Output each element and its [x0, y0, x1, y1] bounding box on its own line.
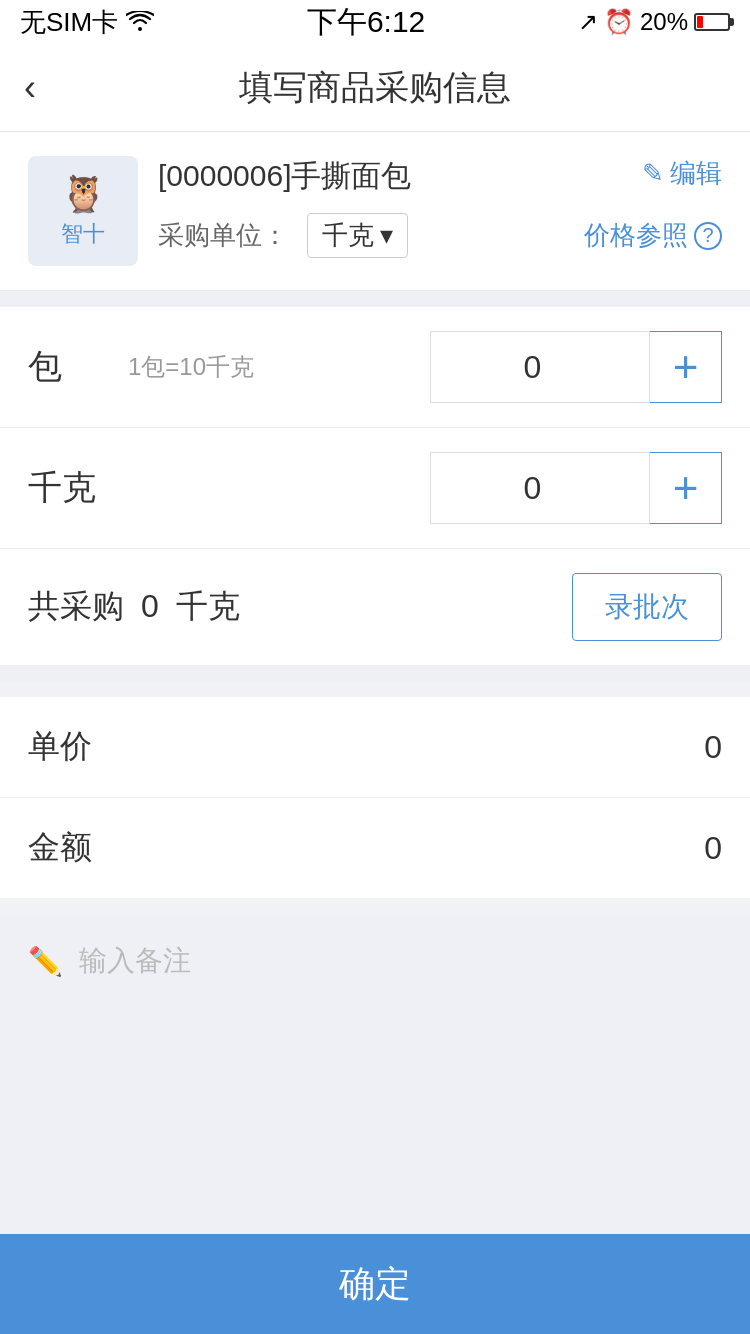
qty-row-kg: 千克 +	[0, 428, 750, 549]
notes-placeholder: 输入备注	[79, 942, 191, 980]
edit-button[interactable]: ✎ 编辑	[642, 156, 722, 191]
pencil-icon: ✏️	[28, 945, 63, 978]
edit-icon: ✎	[642, 158, 664, 189]
section-divider-1	[0, 291, 750, 307]
alarm-icon: ⏰	[604, 8, 634, 36]
product-card: 🦉 智十 [0000006]手撕面包 ✎ 编辑 采购单位： 千克 ▾ 价格参照 …	[0, 132, 750, 291]
qty-sublabel-bao: 1包=10千克	[128, 351, 254, 383]
batch-button[interactable]: 录批次	[572, 573, 722, 641]
total-value: 0	[141, 588, 159, 624]
section-divider-2	[0, 665, 750, 681]
wifi-icon	[126, 7, 154, 38]
battery-percent: 20%	[640, 8, 688, 36]
amount-label: 金额	[28, 826, 92, 870]
page-title: 填写商品采购信息	[239, 65, 511, 111]
status-time: 下午6:12	[307, 2, 425, 43]
qty-input-kg[interactable]	[430, 452, 650, 524]
back-button[interactable]: ‹	[24, 67, 36, 109]
unit-label: 采购单位：	[158, 220, 288, 250]
product-name: [0000006]手撕面包	[158, 156, 411, 197]
qty-label-kg: 千克	[28, 465, 108, 511]
status-right: ↗ ⏰ 20%	[578, 8, 730, 36]
price-label: 单价	[28, 725, 92, 769]
carrier-label: 无SIM卡	[20, 5, 118, 40]
unit-value: 千克	[322, 218, 374, 253]
total-unit: 千克	[176, 588, 240, 624]
qty-input-group-kg: +	[430, 452, 722, 524]
notes-section[interactable]: ✏️ 输入备注	[0, 914, 750, 1008]
product-info: [0000006]手撕面包 ✎ 编辑 采购单位： 千克 ▾ 价格参照 ?	[158, 156, 722, 258]
amount-value: 0	[704, 830, 722, 867]
product-logo-text: 智十	[61, 219, 105, 249]
total-label: 共采购	[28, 588, 124, 624]
battery-icon	[694, 13, 730, 31]
edit-label: 编辑	[670, 156, 722, 191]
amount-row: 金额 0	[0, 798, 750, 898]
product-unit-row: 采购单位： 千克 ▾ 价格参照 ?	[158, 213, 722, 258]
qty-input-group-bao: +	[430, 331, 722, 403]
status-bar: 无SIM卡 下午6:12 ↗ ⏰ 20%	[0, 0, 750, 44]
total-row: 共采购 0 千克 录批次	[0, 549, 750, 665]
total-text: 共采购 0 千克	[28, 585, 240, 629]
location-icon: ↗	[578, 8, 598, 36]
qty-label-bao: 包	[28, 344, 108, 390]
quantity-section: 包 1包=10千克 + 千克 +	[0, 307, 750, 549]
product-header: [0000006]手撕面包 ✎ 编辑	[158, 156, 722, 197]
qty-plus-bao[interactable]: +	[650, 331, 722, 403]
qty-input-bao[interactable]	[430, 331, 650, 403]
price-row: 单价 0	[0, 697, 750, 798]
qty-plus-kg[interactable]: +	[650, 452, 722, 524]
nav-bar: ‹ 填写商品采购信息	[0, 44, 750, 132]
qty-row-bao: 包 1包=10千克 +	[0, 307, 750, 428]
product-logo-icon: 🦉	[61, 173, 106, 215]
confirm-button[interactable]: 确定	[0, 1234, 750, 1334]
status-left: 无SIM卡	[20, 5, 154, 40]
price-amount-section: 单价 0 金额 0	[0, 697, 750, 898]
help-icon: ?	[694, 222, 722, 250]
price-value: 0	[704, 729, 722, 766]
chevron-down-icon: ▾	[380, 220, 393, 251]
unit-selector[interactable]: 采购单位： 千克 ▾	[158, 213, 408, 258]
price-ref-button[interactable]: 价格参照 ?	[584, 218, 722, 253]
price-ref-label: 价格参照	[584, 218, 688, 253]
unit-dropdown[interactable]: 千克 ▾	[307, 213, 408, 258]
product-image: 🦉 智十	[28, 156, 138, 266]
